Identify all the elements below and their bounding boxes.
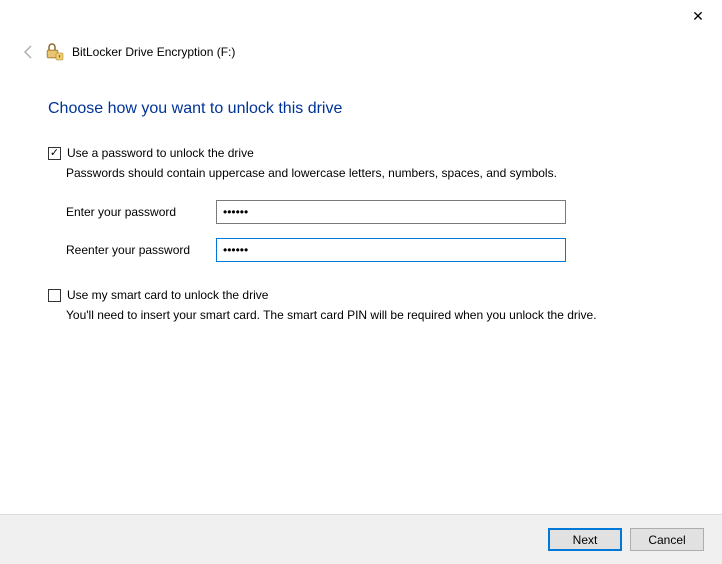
next-button[interactable]: Next xyxy=(548,528,622,551)
enter-password-row: Enter your password xyxy=(66,200,682,224)
cancel-button[interactable]: Cancel xyxy=(630,528,704,551)
password-checkbox-label[interactable]: Use a password to unlock the drive xyxy=(67,146,254,160)
enter-password-input[interactable] xyxy=(216,200,566,224)
smartcard-option-block: Use my smart card to unlock the drive Yo… xyxy=(48,288,682,322)
footer: Next Cancel xyxy=(0,514,722,564)
page-heading: Choose how you want to unlock this drive xyxy=(48,100,682,118)
smartcard-checkbox-row: Use my smart card to unlock the drive xyxy=(48,288,682,302)
password-option-block: Use a password to unlock the drive Passw… xyxy=(48,146,682,262)
smartcard-checkbox-label[interactable]: Use my smart card to unlock the drive xyxy=(67,288,268,302)
close-button[interactable]: ✕ xyxy=(688,6,708,26)
enter-password-label: Enter your password xyxy=(66,205,216,219)
reenter-password-label: Reenter your password xyxy=(66,243,216,257)
smartcard-hint: You'll need to insert your smart card. T… xyxy=(66,308,682,322)
bitlocker-icon xyxy=(46,43,64,61)
reenter-password-input[interactable] xyxy=(216,238,566,262)
reenter-password-row: Reenter your password xyxy=(66,238,682,262)
password-hint: Passwords should contain uppercase and l… xyxy=(66,166,682,180)
window-title: BitLocker Drive Encryption (F:) xyxy=(72,45,235,59)
password-checkbox-row: Use a password to unlock the drive xyxy=(48,146,682,160)
header: BitLocker Drive Encryption (F:) xyxy=(20,43,235,61)
content-area: Choose how you want to unlock this drive… xyxy=(48,100,682,342)
password-checkbox[interactable] xyxy=(48,147,61,160)
smartcard-checkbox[interactable] xyxy=(48,289,61,302)
back-arrow-icon xyxy=(20,43,38,61)
